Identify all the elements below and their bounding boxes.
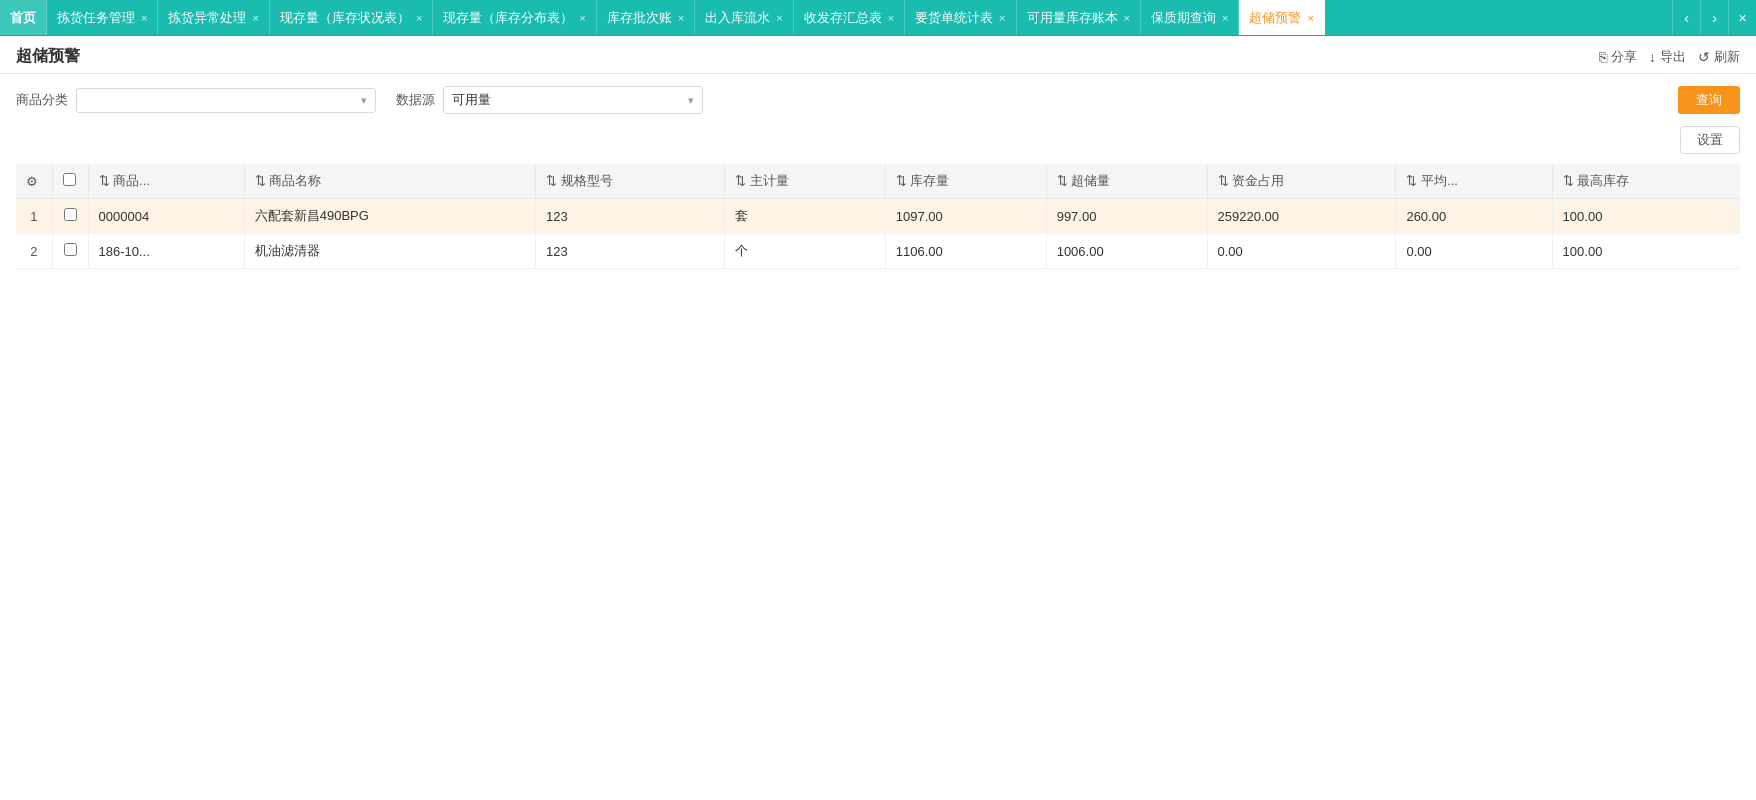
datasource-label: 数据源 (396, 91, 435, 109)
cell-spec: 123 (536, 199, 725, 234)
chevron-down-icon: ▾ (361, 94, 367, 107)
tab-close-icon[interactable]: × (252, 12, 258, 24)
tab-close-icon[interactable]: × (999, 12, 1005, 24)
cell-stock: 1106.00 (885, 234, 1046, 269)
cell-stock: 1097.00 (885, 199, 1046, 234)
nav-home[interactable]: 首页 (0, 0, 47, 35)
th-unit[interactable]: ⇅ 主计量 (724, 164, 885, 199)
th-product-name[interactable]: ⇅ 商品名称 (244, 164, 535, 199)
nav-tab-现存量库存状况表[interactable]: 现存量（库存状况表）× (270, 0, 433, 35)
chevron-down-icon-2: ▾ (688, 94, 694, 107)
page-title: 超储预警 (16, 46, 80, 67)
select-all-checkbox[interactable] (63, 173, 76, 186)
filter-bar: 商品分类 ▾ 数据源 可用量 ▾ 查询 (0, 74, 1756, 126)
cell-overstock: 997.00 (1046, 199, 1207, 234)
nav-tab-出入库流水[interactable]: 出入库流水× (695, 0, 793, 35)
cell-spec: 123 (536, 234, 725, 269)
data-table: ⚙ ⇅ 商品... ⇅ 商品名称 ⇅ 规格型号 ⇅ 主计量 ⇅ (16, 164, 1740, 269)
cell-unit: 套 (724, 199, 885, 234)
refresh-button[interactable]: ↺ 刷新 (1698, 48, 1740, 66)
tab-close-icon[interactable]: × (678, 12, 684, 24)
nav-tab-超储预警[interactable]: 超储预警× (1239, 0, 1324, 35)
nav-close-arrow[interactable]: × (1728, 0, 1756, 35)
nav-right-arrow[interactable]: › (1700, 0, 1728, 35)
share-button[interactable]: ⎘ 分享 (1599, 48, 1637, 66)
th-spec[interactable]: ⇅ 规格型号 (536, 164, 725, 199)
tab-close-icon[interactable]: × (776, 12, 782, 24)
cell-avg: 260.00 (1396, 199, 1552, 234)
cell-product-name: 六配套新昌490BPG (244, 199, 535, 234)
cell-product-name: 机油滤清器 (244, 234, 535, 269)
th-max-stock[interactable]: ⇅ 最高库存 (1552, 164, 1740, 199)
nav-tab-要货单统计表[interactable]: 要货单统计表× (905, 0, 1016, 35)
cell-capital: 0.00 (1207, 234, 1396, 269)
nav-tab-保质期查询[interactable]: 保质期查询× (1141, 0, 1239, 35)
cell-checkbox[interactable] (52, 234, 88, 269)
query-button[interactable]: 查询 (1678, 86, 1740, 114)
datasource-filter: 数据源 可用量 ▾ (396, 86, 703, 114)
th-avg[interactable]: ⇅ 平均... (1396, 164, 1552, 199)
cell-avg: 0.00 (1396, 234, 1552, 269)
th-settings: ⚙ (16, 164, 52, 199)
th-checkbox (52, 164, 88, 199)
settings-button[interactable]: 设置 (1680, 126, 1740, 154)
cell-max-stock: 100.00 (1552, 199, 1740, 234)
cell-product-code: 186-10... (88, 234, 244, 269)
cell-unit: 个 (724, 234, 885, 269)
top-nav: 首页 拣货任务管理×拣货异常处理×现存量（库存状况表）×现存量（库存分布表）×库… (0, 0, 1756, 36)
nav-tab-库存批次账[interactable]: 库存批次账× (597, 0, 695, 35)
cell-row-num: 1 (16, 199, 52, 234)
category-filter: 商品分类 ▾ (16, 88, 376, 113)
tab-close-icon[interactable]: × (1124, 12, 1130, 24)
nav-tab-可用量库存账本[interactable]: 可用量库存账本× (1017, 0, 1141, 35)
cell-overstock: 1006.00 (1046, 234, 1207, 269)
category-select[interactable]: ▾ (76, 88, 376, 113)
nav-tab-拣货异常处理[interactable]: 拣货异常处理× (158, 0, 269, 35)
cell-checkbox[interactable] (52, 199, 88, 234)
nav-tab-现存量库存分布表[interactable]: 现存量（库存分布表）× (433, 0, 596, 35)
category-value (85, 93, 89, 108)
export-button[interactable]: ↓ 导出 (1649, 48, 1686, 66)
table-row: 2 186-10... 机油滤清器 123 个 1106.00 1006.00 … (16, 234, 1740, 269)
category-label: 商品分类 (16, 91, 68, 109)
nav-arrows: ‹ › × (1672, 0, 1756, 35)
cell-capital: 259220.00 (1207, 199, 1396, 234)
nav-left-arrow[interactable]: ‹ (1672, 0, 1700, 35)
th-capital[interactable]: ⇅ 资金占用 (1207, 164, 1396, 199)
table-wrap: ⚙ ⇅ 商品... ⇅ 商品名称 ⇅ 规格型号 ⇅ 主计量 ⇅ (0, 164, 1756, 269)
tab-close-icon[interactable]: × (1307, 12, 1313, 24)
cell-product-code: 0000004 (88, 199, 244, 234)
row-checkbox-1[interactable] (64, 243, 77, 256)
nav-tab-收发存汇总表[interactable]: 收发存汇总表× (794, 0, 905, 35)
tab-close-icon[interactable]: × (888, 12, 894, 24)
table-header-row: ⚙ ⇅ 商品... ⇅ 商品名称 ⇅ 规格型号 ⇅ 主计量 ⇅ (16, 164, 1740, 199)
th-product-code[interactable]: ⇅ 商品... (88, 164, 244, 199)
share-icon: ⎘ (1599, 49, 1607, 65)
page-header: 超储预警 ⎘ 分享 ↓ 导出 ↺ 刷新 (0, 36, 1756, 74)
header-actions: ⎘ 分享 ↓ 导出 ↺ 刷新 (1599, 48, 1740, 66)
gear-icon[interactable]: ⚙ (26, 174, 38, 189)
settings-bar: 设置 (0, 126, 1756, 164)
cell-max-stock: 100.00 (1552, 234, 1740, 269)
table-row: 1 0000004 六配套新昌490BPG 123 套 1097.00 997.… (16, 199, 1740, 234)
tab-close-icon[interactable]: × (416, 12, 422, 24)
datasource-select[interactable]: 可用量 ▾ (443, 86, 703, 114)
th-stock[interactable]: ⇅ 库存量 (885, 164, 1046, 199)
tab-close-icon[interactable]: × (141, 12, 147, 24)
nav-tab-拣货任务管理[interactable]: 拣货任务管理× (47, 0, 158, 35)
datasource-value: 可用量 (452, 91, 491, 109)
export-icon: ↓ (1649, 49, 1656, 65)
tab-close-icon[interactable]: × (1222, 12, 1228, 24)
tab-close-icon[interactable]: × (579, 12, 585, 24)
refresh-icon: ↺ (1698, 49, 1710, 65)
th-overstock[interactable]: ⇅ 超储量 (1046, 164, 1207, 199)
cell-row-num: 2 (16, 234, 52, 269)
row-checkbox-0[interactable] (64, 208, 77, 221)
